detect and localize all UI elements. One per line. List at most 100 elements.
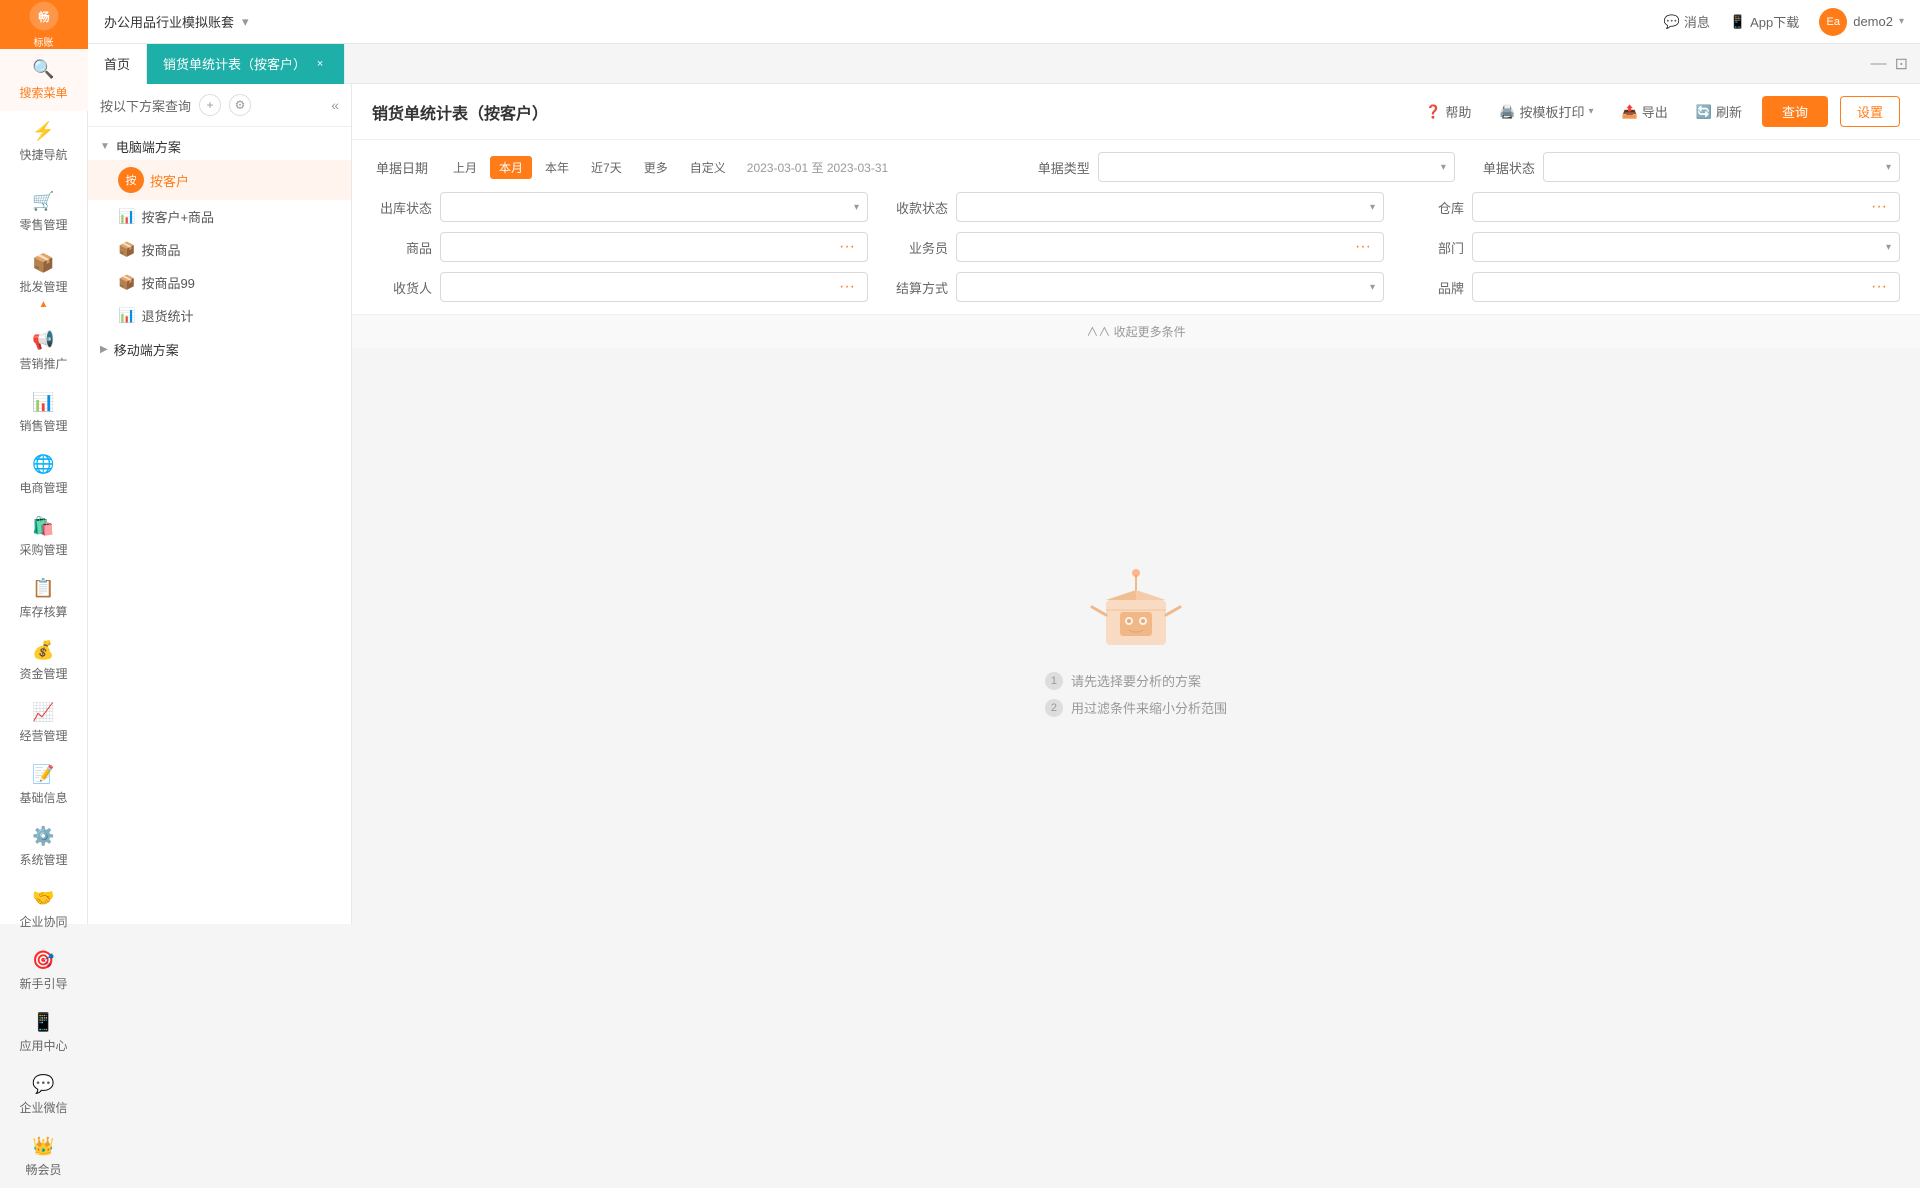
order-type-arrow: ▾ [1441, 162, 1446, 173]
search-icon: 🔍 [32, 59, 54, 80]
export-icon: 📤 [1622, 104, 1638, 120]
export-label: 导出 [1642, 102, 1668, 121]
sidebar-item-search[interactable]: 🔍 搜索菜单 [0, 49, 88, 111]
scheme-return-stats[interactable]: 📊 退货统计 [88, 299, 351, 332]
desktop-group[interactable]: ▼ 电脑端方案 [88, 133, 351, 160]
product-select[interactable]: ··· [440, 232, 868, 262]
sidebar-item-apps[interactable]: 📱 应用中心 [0, 1002, 88, 1064]
filter-order-status: 单据状态 ▾ [1475, 152, 1900, 182]
salesperson-select[interactable]: ··· [956, 232, 1384, 262]
enterprise-icon: 🤝 [32, 888, 54, 909]
refresh-label: 刷新 [1716, 102, 1742, 121]
help-btn[interactable]: ❓ 帮助 [1417, 98, 1479, 125]
sidebar-item-quick-nav-label: 快捷导航 [19, 146, 67, 163]
scheme-by-product[interactable]: 📦 按商品 [88, 233, 351, 266]
main-area: 办公用品行业模拟账套 ▾ 💬 消息 📱 App下载 Ea demo2 ▾ 首 [88, 0, 1920, 924]
sidebar-item-sales[interactable]: 📊 销售管理 [0, 382, 88, 444]
date-btn-this-year[interactable]: 本年 [536, 156, 578, 179]
sidebar-item-enterprise[interactable]: 🤝 企业协同 [0, 878, 88, 940]
salesperson-label: 业务员 [888, 238, 948, 257]
scheme-by-customer-product[interactable]: 📊 按客户+商品 [88, 200, 351, 233]
date-btn-last-month[interactable]: 上月 [444, 156, 486, 179]
query-button[interactable]: 查询 [1762, 96, 1828, 127]
left-panel-title: 按以下方案查询 [100, 96, 191, 115]
tab-close-btn[interactable]: × [312, 56, 328, 72]
sidebar-item-quick-nav[interactable]: ⚡ 快捷导航 [0, 111, 88, 173]
sidebar-item-wholesale[interactable]: 📦 批发管理 ▲ [0, 243, 88, 320]
scheme-by-customer[interactable]: 按 按客户 [88, 160, 351, 200]
brand-select[interactable]: ··· [1472, 272, 1900, 302]
template-print-btn[interactable]: 🖨️ 按模板打印 ▾ [1491, 98, 1601, 125]
date-btn-this-month[interactable]: 本月 [490, 156, 532, 179]
collapse-bar[interactable]: ∧∧ 收起更多条件 [352, 315, 1920, 348]
salesperson-dots[interactable]: ··· [1351, 238, 1375, 256]
sidebar-item-finance[interactable]: 💰 资金管理 [0, 630, 88, 692]
filter-order-type: 单据类型 ▾ [1030, 152, 1455, 182]
receiver-dots[interactable]: ··· [835, 278, 859, 296]
title-dropdown-icon[interactable]: ▾ [242, 14, 249, 30]
empty-tip-1-text: 请先选择要分析的方案 [1071, 671, 1201, 690]
export-btn[interactable]: 📤 导出 [1614, 98, 1676, 125]
sidebar-item-basic-label: 基础信息 [19, 789, 67, 806]
refresh-btn[interactable]: 🔄 刷新 [1688, 98, 1750, 125]
sidebar-item-operations[interactable]: 📈 经营管理 [0, 692, 88, 754]
basic-icon: 📝 [32, 764, 54, 785]
content-area: 按以下方案查询 + ⚙ « ▼ 电脑端方案 按 按客户 [88, 84, 1920, 924]
filter-area: 单据日期 上月 本月 本年 近7天 更多 自定义 2023-03-01 至 20… [352, 140, 1920, 315]
sidebar-item-purchase[interactable]: 🛍️ 采购管理 [0, 506, 88, 568]
mobile-group[interactable]: ▶ 移动端方案 [88, 336, 351, 363]
add-scheme-btn[interactable]: + [199, 94, 221, 116]
warehouse-dots[interactable]: ··· [1867, 198, 1891, 216]
sidebar-item-inventory[interactable]: 📋 库存核算 [0, 568, 88, 630]
brand-dots[interactable]: ··· [1867, 278, 1891, 296]
tab-bar: 首页 销货单统计表（按客户） × — ⊡ [88, 44, 1920, 84]
tab-active[interactable]: 销货单统计表（按客户） × [147, 44, 345, 84]
user-area[interactable]: Ea demo2 ▾ [1819, 8, 1904, 36]
order-type-select[interactable]: ▾ [1098, 152, 1455, 182]
sidebar-item-newbie[interactable]: 🎯 新手引导 [0, 940, 88, 1002]
collapse-panel-btn[interactable]: « [331, 97, 339, 113]
app-download-btn[interactable]: 📱 App下载 [1730, 12, 1799, 31]
sidebar-item-basic[interactable]: 📝 基础信息 [0, 754, 88, 816]
department-select[interactable]: ▾ [1472, 232, 1900, 262]
sidebar-logo-text: 标账 [34, 34, 54, 49]
settings-button[interactable]: 设置 [1840, 96, 1900, 127]
minimize-btn[interactable]: — [1871, 55, 1887, 73]
quick-nav-icon: ⚡ [32, 121, 54, 142]
print-dropdown-icon: ▾ [1589, 106, 1594, 117]
help-label: 帮助 [1445, 102, 1471, 121]
date-btn-custom[interactable]: 自定义 [681, 156, 735, 179]
tab-home[interactable]: 首页 [88, 44, 147, 84]
settings-scheme-btn[interactable]: ⚙ [229, 94, 251, 116]
scheme-by-product-99[interactable]: 📦 按商品99 [88, 266, 351, 299]
download-icon: 📱 [1730, 14, 1746, 30]
gear-icon: ⚙ [235, 98, 246, 112]
out-status-label: 出库状态 [372, 198, 432, 217]
sidebar-item-ecommerce[interactable]: 🌐 电商管理 [0, 444, 88, 506]
sidebar-item-marketing[interactable]: 📢 营销推广 [0, 320, 88, 382]
bar-chart-icon: 📊 [118, 208, 135, 225]
message-btn[interactable]: 💬 消息 [1664, 12, 1710, 31]
out-status-select[interactable]: ▾ [440, 192, 868, 222]
sidebar-item-wechat[interactable]: 💬 企业微信 [0, 1064, 88, 1126]
app-title-area[interactable]: 办公用品行业模拟账套 ▾ [104, 12, 249, 31]
filter-payment-method: 结算方式 ▾ [888, 272, 1384, 302]
sidebar-item-system[interactable]: ⚙️ 系统管理 [0, 816, 88, 878]
date-btn-last-7[interactable]: 近7天 [582, 156, 631, 179]
maximize-btn[interactable]: ⊡ [1895, 54, 1908, 74]
receiver-select[interactable]: ··· [440, 272, 868, 302]
payment-method-select[interactable]: ▾ [956, 272, 1384, 302]
order-status-select[interactable]: ▾ [1543, 152, 1900, 182]
sidebar-item-members[interactable]: 👑 畅会员 [0, 1126, 88, 1188]
warehouse-select[interactable]: ··· [1472, 192, 1900, 222]
product-dots[interactable]: ··· [835, 238, 859, 256]
sidebar-item-newbie-label: 新手引导 [19, 975, 67, 992]
date-btn-more[interactable]: 更多 [635, 156, 677, 179]
sidebar-item-retail[interactable]: 🛒 零售管理 [0, 181, 88, 243]
payment-status-select[interactable]: ▾ [956, 192, 1384, 222]
tip-num-2: 2 [1045, 699, 1063, 717]
sidebar-item-system-label: 系统管理 [19, 851, 67, 868]
empty-state: 1 请先选择要分析的方案 2 用过滤条件来缩小分析范围 [352, 348, 1920, 924]
empty-svg [1076, 555, 1196, 655]
sidebar-item-marketing-label: 营销推广 [19, 355, 67, 372]
